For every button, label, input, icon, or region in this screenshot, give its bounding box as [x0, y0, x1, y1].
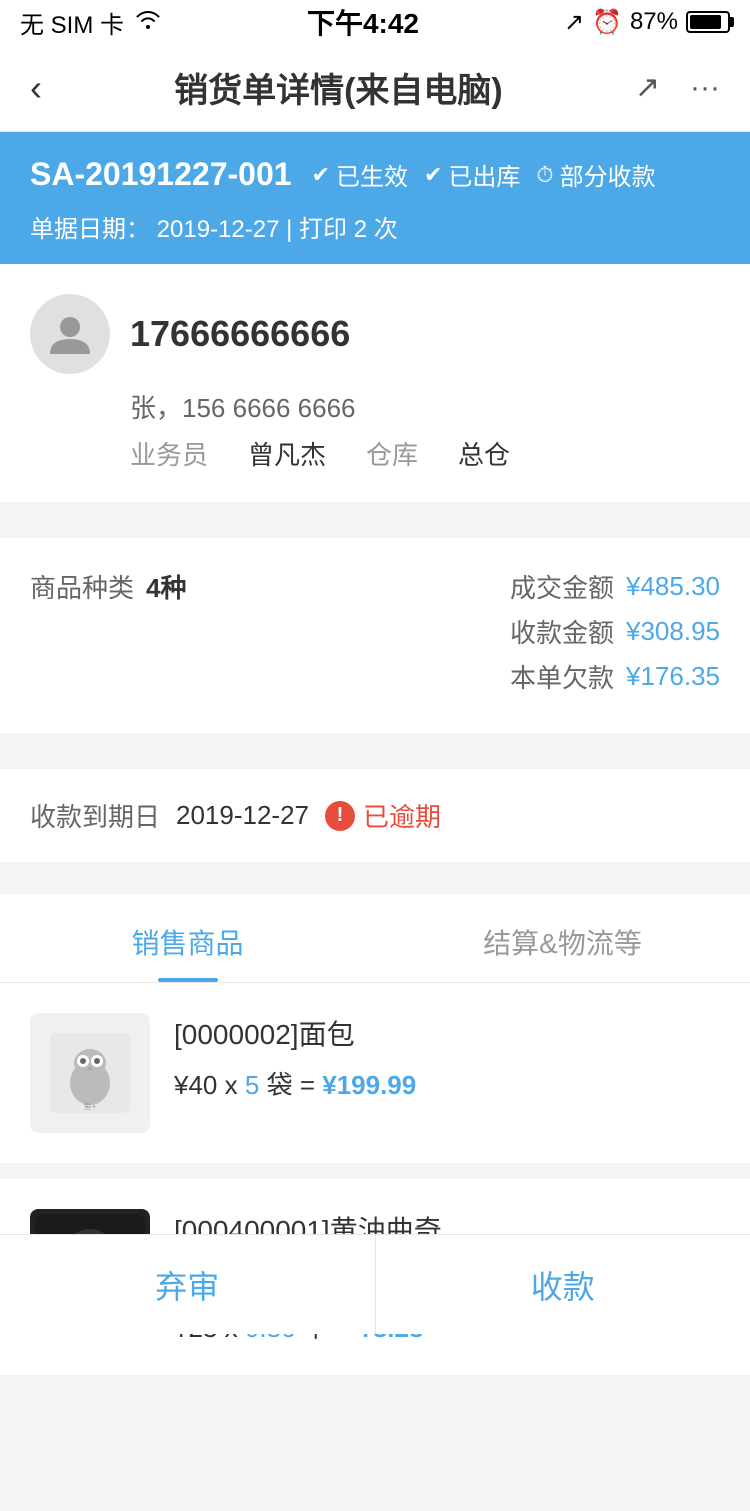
- badge-effective-label: 已生效: [336, 157, 408, 192]
- order-meta: 单据日期： 2019-12-27 | 打印 2 次: [30, 209, 720, 244]
- transaction-label: 成交金额: [510, 568, 614, 605]
- badge-partial-label: 部分收款: [560, 157, 656, 192]
- more-button[interactable]: ···: [690, 71, 720, 105]
- product-info-1: [0000002]面包 ¥40 x 5 袋 = ¥199.99: [174, 1013, 720, 1102]
- received-value: ¥308.95: [626, 616, 720, 647]
- price-unit-1: 袋: [267, 1070, 293, 1100]
- alarm-icon: ⏰: [592, 8, 622, 37]
- product-type-value: 4种: [146, 568, 186, 605]
- stats-right: 成交金额 ¥485.30 收款金额 ¥308.95 本单欠款 ¥176.35: [510, 568, 720, 703]
- customer-phone: 17666666666: [130, 313, 350, 355]
- svg-text:鱼+: 鱼+: [84, 1101, 97, 1111]
- status-bar-right: ↗ ⏰ 87%: [564, 8, 730, 37]
- badge-effective: ✔ 已生效: [312, 157, 408, 192]
- bottom-spacer: [0, 1391, 750, 1511]
- location-icon: ↗: [564, 8, 584, 37]
- divider-1: [0, 522, 750, 538]
- page-title: 销货单详情(来自电脑): [174, 63, 503, 112]
- price-eq-1: =: [300, 1070, 322, 1100]
- tab-settlement[interactable]: 结算&物流等: [375, 894, 750, 982]
- cancel-button[interactable]: 弃审: [0, 1235, 376, 1334]
- due-section: 收款到期日 2019-12-27 ! 已逾期: [0, 769, 750, 862]
- product-image-1: 鱼+: [50, 1033, 130, 1113]
- meta-print-count: 2: [354, 216, 367, 243]
- price-base-1: ¥40: [174, 1070, 217, 1100]
- clock-icon: ⏱: [536, 162, 553, 188]
- overdue-icon: !: [325, 801, 355, 831]
- meta-date-label: 单据日期：: [30, 216, 150, 243]
- badge-partial-payment: ⏱ 部分收款: [536, 157, 655, 192]
- tab-products[interactable]: 销售商品: [0, 894, 375, 982]
- due-label: 收款到期日: [30, 797, 160, 834]
- status-bar-time: 下午4:42: [307, 2, 419, 42]
- warehouse-label: 仓库: [366, 435, 418, 472]
- product-price-1: ¥40 x 5 袋 = ¥199.99: [174, 1065, 720, 1102]
- status-badges: ✔ 已生效 ✔ 已出库 ⏱ 部分收款: [312, 157, 656, 192]
- stats-section: 商品种类 4种 成交金额 ¥485.30 收款金额 ¥308.95 本单欠款 ¥…: [0, 538, 750, 733]
- bottom-bar: 弃审 收款: [0, 1234, 750, 1334]
- status-bar-left: 无 SIM 卡: [20, 5, 162, 40]
- badge-shipped: ✔ 已出库: [424, 157, 520, 192]
- customer-info-row: 业务员 曾凡杰 仓库 总仓: [130, 435, 720, 472]
- product-name-1: [0000002]面包: [174, 1013, 720, 1053]
- tabs-bar: 销售商品 结算&物流等: [0, 894, 750, 983]
- order-header: SA-20191227-001 ✔ 已生效 ✔ 已出库 ⏱ 部分收款 单据日期：…: [0, 132, 750, 264]
- back-button[interactable]: ‹: [30, 67, 42, 109]
- meta-date-value: 2019-12-27: [157, 216, 280, 243]
- received-label: 收款金额: [510, 613, 614, 650]
- due-date-value: 2019-12-27: [176, 800, 309, 831]
- product-thumbnail-1: 鱼+: [30, 1013, 150, 1133]
- debt-label: 本单欠款: [510, 658, 614, 695]
- salesman-value: 曾凡杰: [248, 435, 326, 472]
- meta-separator: |: [286, 216, 299, 243]
- avatar-icon: [45, 309, 95, 359]
- confirm-button[interactable]: 收款: [376, 1235, 750, 1334]
- customer-section: 17666666666 张，156 6666 6666 业务员 曾凡杰 仓库 总…: [0, 264, 750, 502]
- badge-shipped-label: 已出库: [448, 157, 520, 192]
- tab-settlement-label: 结算&物流等: [483, 928, 642, 959]
- battery-percent: 87%: [630, 8, 678, 36]
- warehouse-value: 总仓: [458, 435, 510, 472]
- transaction-value: ¥485.30: [626, 571, 720, 602]
- status-bar: 无 SIM 卡 下午4:42 ↗ ⏰ 87%: [0, 0, 750, 44]
- overdue-badge: ! 已逾期: [325, 797, 441, 834]
- check-icon-1: ✔: [312, 162, 330, 188]
- price-total-1: ¥199.99: [322, 1070, 416, 1100]
- meta-print-suffix: 次: [374, 216, 398, 243]
- customer-avatar: [30, 294, 110, 374]
- table-row: 鱼+ [0000002]面包 ¥40 x 5 袋 = ¥199.99: [0, 983, 750, 1163]
- debt-value: ¥176.35: [626, 661, 720, 692]
- divider-3: [0, 878, 750, 894]
- divider-2: [0, 753, 750, 769]
- order-id: SA-20191227-001: [30, 156, 292, 193]
- share-button[interactable]: ↗: [635, 70, 660, 105]
- meta-print-label: 打印: [299, 216, 354, 243]
- product-type-label: 商品种类: [30, 568, 134, 605]
- overdue-text: 已逾期: [363, 797, 441, 834]
- salesman-label: 业务员: [130, 435, 208, 472]
- nav-bar: ‹ 销货单详情(来自电脑) ↗ ···: [0, 44, 750, 132]
- check-icon-2: ✔: [424, 162, 442, 188]
- tab-products-label: 销售商品: [131, 928, 243, 959]
- customer-detail: 张，156 6666 6666: [130, 388, 720, 425]
- battery-icon: [686, 11, 730, 33]
- sim-status: 无 SIM 卡: [20, 5, 124, 40]
- price-x-1: x: [225, 1070, 245, 1100]
- stats-left: 商品种类 4种: [30, 568, 186, 613]
- price-qty-1: 5: [245, 1070, 259, 1100]
- nav-right: ↗ ···: [635, 70, 720, 105]
- wifi-icon: [134, 8, 162, 36]
